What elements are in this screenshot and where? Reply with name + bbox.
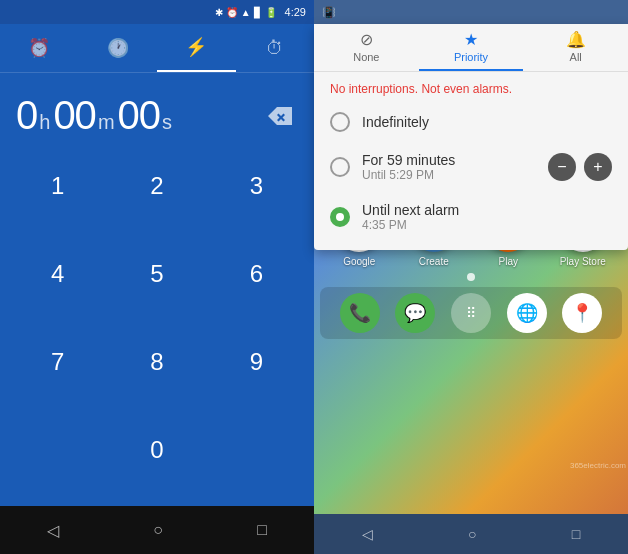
time-controls: − + [548,153,612,181]
num-0[interactable]: 0 [107,418,206,482]
right-nav-bar: ◁ ○ □ [314,514,628,554]
vibrate-icon: 📳 [322,6,336,19]
backspace-icon [268,107,292,125]
back-nav-icon[interactable]: ◁ [47,521,59,540]
wifi-icon: ▲ [241,7,251,18]
option-59minutes[interactable]: For 59 minutes Until 5:29 PM − + [314,142,628,192]
seconds-unit: s [162,111,171,134]
none-icon: ⊘ [360,30,373,49]
decrease-time-button[interactable]: − [548,153,576,181]
right-back-icon[interactable]: ◁ [362,526,373,542]
indefinitely-text-block: Indefinitely [362,114,612,130]
minutes-unit: m [98,111,114,134]
increase-time-button[interactable]: + [584,153,612,181]
notif-tab-priority[interactable]: ★ Priority [419,24,524,71]
left-status-bar: ✱ ⏰ ▲ ▊ 🔋 4:29 [0,0,314,24]
recents-nav-icon[interactable]: □ [257,521,267,539]
battery-icon: 🔋 [265,7,277,18]
next-alarm-title: Until next alarm [362,202,612,218]
next-alarm-subtitle: 4:35 PM [362,218,612,232]
signal-icon: ▊ [254,7,262,18]
left-nav-bar: ◁ ○ □ [0,506,314,554]
launcher-app[interactable]: ⠿ [451,293,491,333]
tab-stopwatch[interactable]: ⏱ [236,24,315,72]
priority-label: Priority [454,51,488,63]
create-app-label: Create [419,256,449,267]
timer-seconds: 00 [118,93,161,138]
tab-clock[interactable]: 🕐 [79,24,158,72]
numpad: 1 2 3 4 5 6 7 8 9 0 [0,154,314,506]
hours-unit: h [39,111,49,134]
stopwatch-tab-icon: ⏱ [266,38,284,59]
none-label: None [353,51,379,63]
num-9[interactable]: 9 [207,330,306,394]
priority-icon: ★ [464,30,478,49]
alarm-icon: ⏰ [226,7,238,18]
home-nav-icon[interactable]: ○ [153,521,163,539]
notif-header: ⊘ None ★ Priority 🔔 All [314,24,628,72]
tab-alarm[interactable]: ⏰ [0,24,79,72]
tab-timer[interactable]: ⚡ [157,24,236,72]
num-7[interactable]: 7 [8,330,107,394]
watermark: 365electric.com [570,461,626,470]
59minutes-subtitle: Until 5:29 PM [362,168,536,182]
radio-59minutes[interactable] [330,157,350,177]
status-time: 4:29 [285,6,306,18]
chrome-app[interactable]: 🌐 [507,293,547,333]
right-recents-icon[interactable]: □ [572,526,580,542]
59minutes-title: For 59 minutes [362,152,536,168]
left-status-icons: ✱ ⏰ ▲ ▊ 🔋 [215,7,277,18]
google-app-label: Google [343,256,375,267]
num-2[interactable]: 2 [107,154,206,218]
option-next-alarm[interactable]: Until next alarm 4:35 PM [314,192,628,242]
option-indefinitely[interactable]: Indefinitely [314,102,628,142]
maps-app[interactable]: 📍 [562,293,602,333]
timer-display: 0h 00m 00s [0,73,314,154]
num-1[interactable]: 1 [8,154,107,218]
next-alarm-text-block: Until next alarm 4:35 PM [362,202,612,232]
tab-bar: ⏰ 🕐 ⚡ ⏱ [0,24,314,73]
timer-tab-icon: ⚡ [185,36,207,58]
radio-indefinitely[interactable] [330,112,350,132]
num-empty-right [207,418,306,482]
indefinitely-title: Indefinitely [362,114,612,130]
right-home-icon[interactable]: ○ [468,526,476,542]
clock-tab-icon: 🕐 [107,37,129,59]
num-5[interactable]: 5 [107,242,206,306]
num-4[interactable]: 4 [8,242,107,306]
hangouts-app[interactable]: 💬 [395,293,435,333]
right-status-bar: 📳 [314,0,628,24]
notif-tab-none[interactable]: ⊘ None [314,24,419,71]
notif-tab-all[interactable]: 🔔 All [523,24,628,71]
bottom-app-row: 📞 💬 ⠿ 🌐 📍 [320,287,622,339]
all-icon: 🔔 [566,30,586,49]
bluetooth-icon: ✱ [215,7,223,18]
num-empty-left [8,418,107,482]
left-panel: ✱ ⏰ ▲ ▊ 🔋 4:29 ⏰ 🕐 ⚡ ⏱ 0h 00m 00s [0,0,314,554]
backspace-button[interactable] [262,98,298,134]
timer-minutes: 00 [53,93,96,138]
playstore-app-label: Play Store [560,256,606,267]
home-page-indicator [467,273,475,281]
all-label: All [570,51,582,63]
alarm-tab-icon: ⏰ [28,37,50,59]
notification-panel: ⊘ None ★ Priority 🔔 All No interruptions… [314,24,628,250]
59minutes-text-block: For 59 minutes Until 5:29 PM [362,152,536,182]
radio-next-alarm[interactable] [330,207,350,227]
num-8[interactable]: 8 [107,330,206,394]
timer-hours: 0 [16,93,37,138]
timer-digits: 0h 00m 00s [16,93,171,138]
num-6[interactable]: 6 [207,242,306,306]
right-panel: 📳 ⊘ None ★ Priority 🔔 All No interruptio… [314,0,628,554]
num-3[interactable]: 3 [207,154,306,218]
phone-app[interactable]: 📞 [340,293,380,333]
warning-text: No interruptions. Not even alarms. [314,72,628,102]
play-app-label: Play [499,256,518,267]
